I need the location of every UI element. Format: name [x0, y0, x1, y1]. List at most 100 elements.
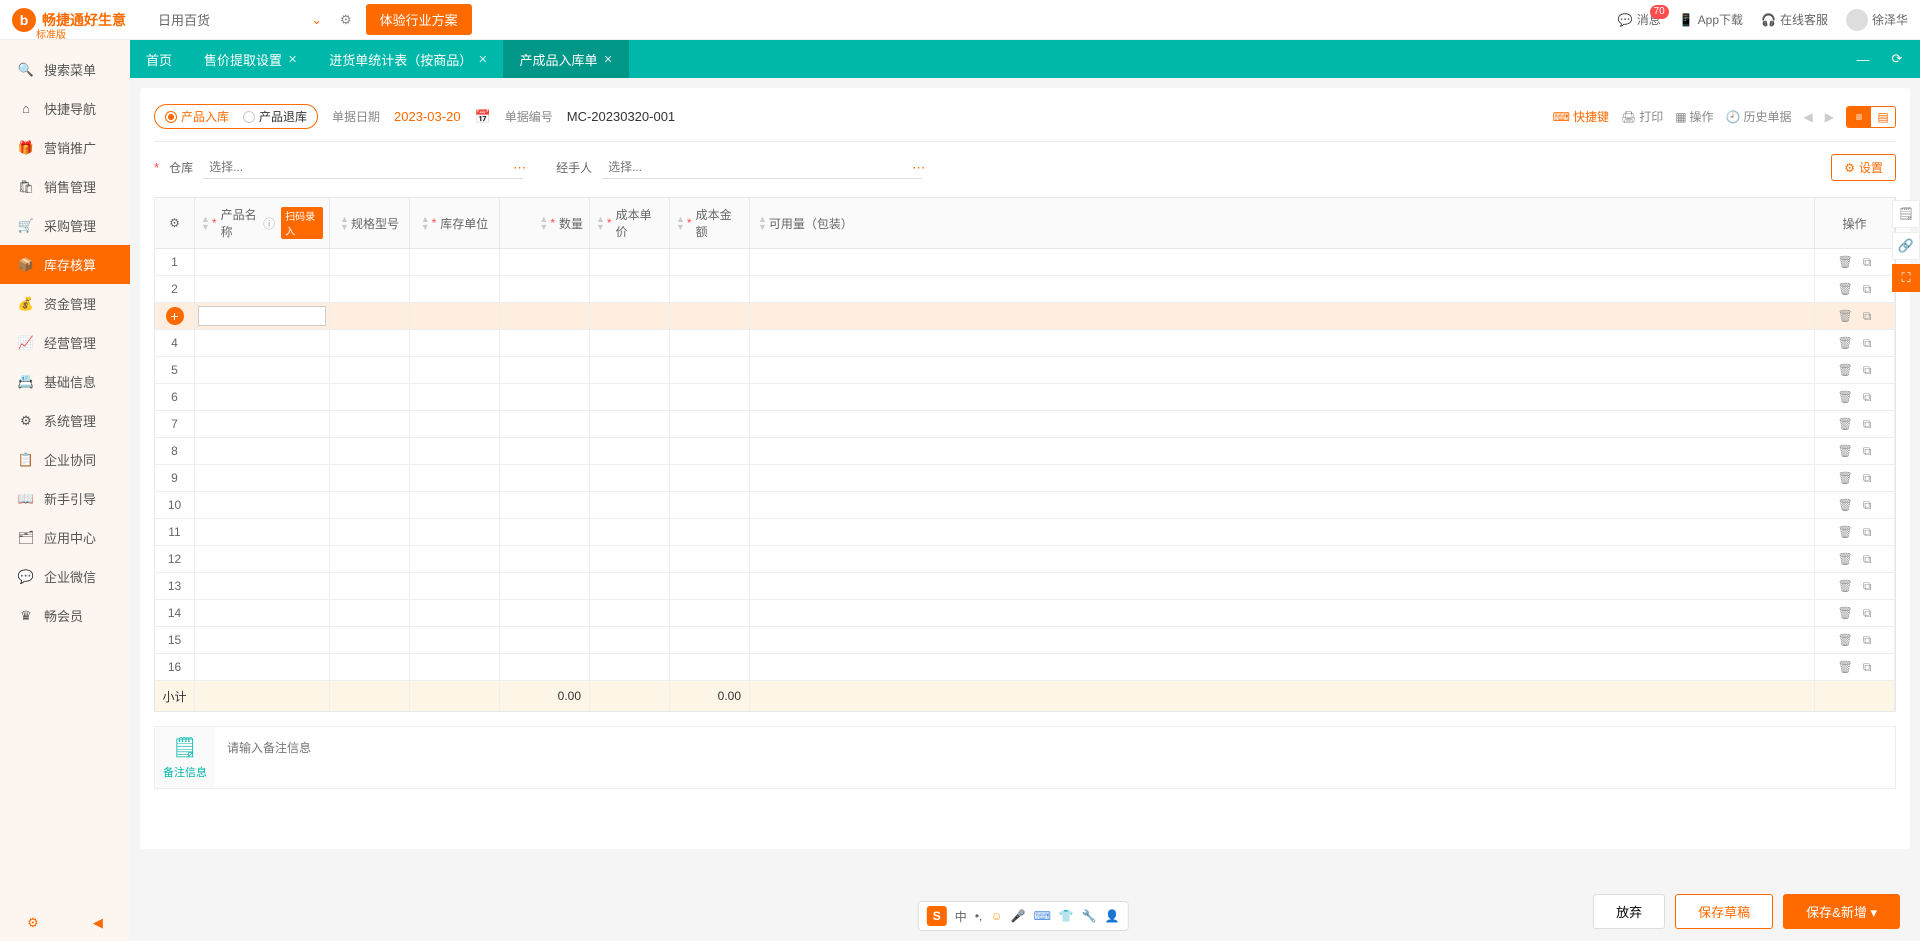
table-row[interactable]: 1🗑⧉: [155, 249, 1895, 276]
cell-spec[interactable]: [330, 249, 410, 275]
cell-amount[interactable]: [670, 357, 750, 383]
cell-amount[interactable]: [670, 465, 750, 491]
cell-spec[interactable]: [330, 573, 410, 599]
sidebar-item[interactable]: ⌂快捷导航: [0, 89, 130, 128]
table-row[interactable]: 13🗑⧉: [155, 573, 1895, 600]
operate-button[interactable]: ▦ 操作: [1675, 108, 1713, 125]
app-download-button[interactable]: 📱 App下载: [1679, 11, 1743, 28]
cell-unit[interactable]: [410, 438, 500, 464]
cell-unit[interactable]: [410, 600, 500, 626]
cell-available[interactable]: [750, 600, 1815, 626]
delete-icon[interactable]: 🗑: [1838, 660, 1853, 675]
cell-spec[interactable]: [330, 465, 410, 491]
cell-unit[interactable]: [410, 303, 500, 329]
delete-icon[interactable]: 🗑: [1838, 282, 1853, 297]
copy-icon[interactable]: ⧉: [1863, 633, 1872, 648]
cell-qty[interactable]: [500, 573, 590, 599]
cell-amount[interactable]: [670, 249, 750, 275]
cell-amount[interactable]: [670, 303, 750, 329]
col-price[interactable]: ▲▼ *成本单价: [590, 198, 670, 248]
cell-available[interactable]: [750, 249, 1815, 275]
date-value[interactable]: 2023-03-20: [394, 109, 461, 124]
category-select[interactable]: 日用百货 ⌄: [150, 6, 330, 33]
table-row[interactable]: 6🗑⧉: [155, 384, 1895, 411]
cell-amount[interactable]: [670, 546, 750, 572]
delete-icon[interactable]: 🗑: [1838, 579, 1853, 594]
print-button[interactable]: 🖨 打印: [1621, 108, 1663, 125]
cell-price[interactable]: [590, 411, 670, 437]
gear-icon[interactable]: ⚙: [340, 12, 352, 28]
cell-name[interactable]: [195, 519, 330, 545]
cell-qty[interactable]: [500, 492, 590, 518]
cell-name[interactable]: [195, 627, 330, 653]
table-row[interactable]: 2🗑⧉: [155, 276, 1895, 303]
cell-price[interactable]: [590, 249, 670, 275]
cell-qty[interactable]: [500, 519, 590, 545]
cell-spec[interactable]: [330, 303, 410, 329]
delete-icon[interactable]: 🗑: [1838, 498, 1853, 513]
cell-price[interactable]: [590, 384, 670, 410]
cell-qty[interactable]: [500, 411, 590, 437]
cell-unit[interactable]: [410, 573, 500, 599]
sidebar-collapse-icon[interactable]: ◀: [93, 915, 103, 931]
cell-spec[interactable]: [330, 276, 410, 302]
tool-expand-icon[interactable]: ⛶: [1892, 264, 1920, 292]
table-row[interactable]: 8🗑⧉: [155, 438, 1895, 465]
cell-unit[interactable]: [410, 492, 500, 518]
cell-qty[interactable]: [500, 303, 590, 329]
cell-price[interactable]: [590, 465, 670, 491]
cell-price[interactable]: [590, 330, 670, 356]
delete-icon[interactable]: 🗑: [1838, 633, 1853, 648]
col-product-name[interactable]: ▲▼ *产品名称ⓘ 扫码录入: [195, 198, 330, 248]
cell-available[interactable]: [750, 357, 1815, 383]
cell-price[interactable]: [590, 519, 670, 545]
remarks-input[interactable]: [215, 727, 1895, 788]
sidebar-item[interactable]: ♛畅会员: [0, 596, 130, 635]
cell-spec[interactable]: [330, 600, 410, 626]
copy-icon[interactable]: ⧉: [1863, 336, 1872, 351]
cell-amount[interactable]: [670, 411, 750, 437]
settings-button[interactable]: ⚙ 设置: [1831, 154, 1896, 181]
cell-name[interactable]: [195, 330, 330, 356]
sidebar-item[interactable]: 📦库存核算: [0, 245, 130, 284]
view-list-button[interactable]: ≡: [1847, 107, 1871, 127]
cell-spec[interactable]: [330, 627, 410, 653]
warehouse-input[interactable]: [203, 156, 523, 179]
cell-spec[interactable]: [330, 546, 410, 572]
prev-icon[interactable]: ◀: [1804, 110, 1813, 124]
cell-name[interactable]: [195, 546, 330, 572]
cell-qty[interactable]: [500, 384, 590, 410]
table-row[interactable]: 14🗑⧉: [155, 600, 1895, 627]
cell-available[interactable]: [750, 546, 1815, 572]
cell-amount[interactable]: [670, 654, 750, 680]
cell-available[interactable]: [750, 654, 1815, 680]
cell-qty[interactable]: [500, 546, 590, 572]
cell-name[interactable]: [195, 654, 330, 680]
history-button[interactable]: 🕘 历史单据: [1726, 108, 1792, 125]
col-amount[interactable]: ▲▼ *成本金额: [670, 198, 750, 248]
col-settings[interactable]: ⚙: [155, 198, 195, 248]
cell-spec[interactable]: [330, 438, 410, 464]
delete-icon[interactable]: 🗑: [1838, 525, 1853, 540]
tab[interactable]: 售价提取设置✕: [188, 40, 313, 78]
tool-link-icon[interactable]: 🔗: [1892, 232, 1920, 260]
cell-unit[interactable]: [410, 654, 500, 680]
cell-price[interactable]: [590, 492, 670, 518]
delete-icon[interactable]: 🗑: [1838, 336, 1853, 351]
tab[interactable]: 进货单统计表（按商品）✕: [313, 40, 503, 78]
cell-unit[interactable]: [410, 384, 500, 410]
copy-icon[interactable]: ⧉: [1863, 255, 1872, 270]
sidebar-item[interactable]: ⚙系统管理: [0, 401, 130, 440]
table-row[interactable]: 10🗑⧉: [155, 492, 1895, 519]
cell-price[interactable]: [590, 546, 670, 572]
table-row[interactable]: 12🗑⧉: [155, 546, 1895, 573]
cell-amount[interactable]: [670, 492, 750, 518]
cell-name[interactable]: [195, 249, 330, 275]
view-card-button[interactable]: ▤: [1871, 107, 1895, 127]
messages-button[interactable]: 💬 消息 70: [1618, 11, 1661, 28]
copy-icon[interactable]: ⧉: [1863, 579, 1872, 594]
delete-icon[interactable]: 🗑: [1838, 309, 1853, 324]
promo-button[interactable]: 体验行业方案: [366, 4, 472, 35]
copy-icon[interactable]: ⧉: [1863, 444, 1872, 459]
cell-available[interactable]: [750, 492, 1815, 518]
